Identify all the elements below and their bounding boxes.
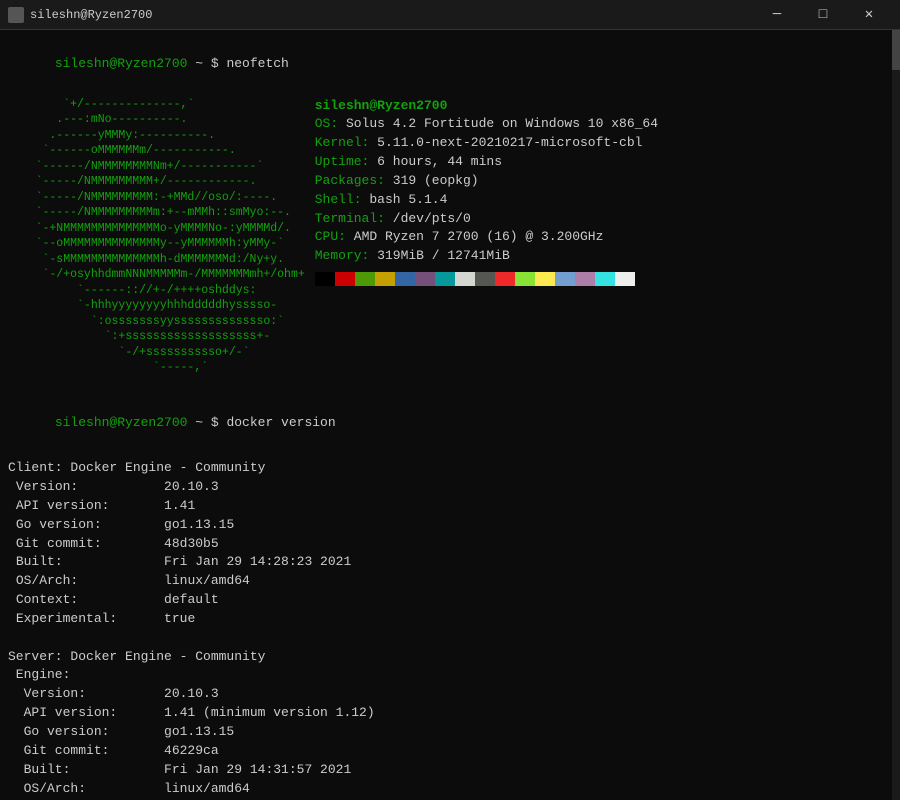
engine-api: API version: 1.41 (minimum version 1.12) [8, 704, 892, 723]
docker-output: Client: Docker Engine - Community Versio… [8, 459, 892, 800]
info-kernel: Kernel: 5.11.0-next-20210217-microsoft-c… [315, 134, 658, 153]
blank-line-1 [8, 376, 892, 395]
minimize-button[interactable]: ─ [754, 0, 800, 30]
scrollbar-thumb[interactable] [892, 30, 900, 70]
color-swatch [355, 272, 375, 286]
client-version: Version: 20.10.3 [8, 478, 892, 497]
cmd-1: ~ $ neofetch [187, 56, 288, 71]
color-swatch [335, 272, 355, 286]
color-swatch [555, 272, 575, 286]
client-built: Built: Fri Jan 29 14:28:23 2021 [8, 553, 892, 572]
color-swatch [615, 272, 635, 286]
color-swatch [315, 272, 335, 286]
client-context: Context: default [8, 591, 892, 610]
info-uptime: Uptime: 6 hours, 44 mins [315, 153, 658, 172]
terminal-content: sileshn@Ryzen2700 ~ $ neofetch `+/------… [8, 36, 892, 800]
window-title: sileshn@Ryzen2700 [30, 8, 152, 22]
client-go: Go version: go1.13.15 [8, 516, 892, 535]
color-swatch [515, 272, 535, 286]
close-button[interactable]: ✕ [846, 0, 892, 30]
user-host-1: sileshn@Ryzen2700 [55, 56, 188, 71]
engine-os: OS/Arch: linux/amd64 [8, 780, 892, 799]
client-os: OS/Arch: linux/amd64 [8, 572, 892, 591]
client-experimental: Experimental: true [8, 610, 892, 629]
color-swatches [315, 272, 658, 286]
engine-built: Built: Fri Jan 29 14:31:57 2021 [8, 761, 892, 780]
neofetch-output: `+/--------------,` .---:mNo----------. … [8, 97, 892, 376]
user-host-2: sileshn@Ryzen2700 [55, 415, 188, 430]
server-header: Server: Docker Engine - Community [8, 648, 892, 667]
color-swatch [535, 272, 555, 286]
info-hostname: sileshn@Ryzen2700 [315, 97, 658, 116]
engine-git: Git commit: 46229ca [8, 742, 892, 761]
cmd-2: ~ $ docker version [187, 415, 335, 430]
ascii-art: `+/--------------,` .---:mNo----------. … [8, 97, 305, 376]
terminal-icon [8, 7, 24, 23]
info-cpu: CPU: AMD Ryzen 7 2700 (16) @ 3.200GHz [315, 228, 658, 247]
info-memory: Memory: 319MiB / 12741MiB [315, 247, 658, 266]
engine-label: Engine: [8, 666, 892, 685]
color-swatch [475, 272, 495, 286]
color-swatch [575, 272, 595, 286]
title-bar-left: sileshn@Ryzen2700 [8, 7, 152, 23]
neofetch-info: sileshn@Ryzen2700 OS: Solus 4.2 Fortitud… [315, 97, 658, 376]
scrollbar[interactable] [892, 30, 900, 800]
info-shell: Shell: bash 5.1.4 [315, 191, 658, 210]
info-terminal: Terminal: /dev/pts/0 [315, 210, 658, 229]
engine-version: Version: 20.10.3 [8, 685, 892, 704]
title-bar: sileshn@Ryzen2700 ─ □ ✕ [0, 0, 900, 30]
blank-line-2 [8, 629, 892, 648]
client-api: API version: 1.41 [8, 497, 892, 516]
window-controls: ─ □ ✕ [754, 0, 892, 30]
color-swatch [415, 272, 435, 286]
color-swatch [455, 272, 475, 286]
color-swatch [495, 272, 515, 286]
prompt-line-2: sileshn@Ryzen2700 ~ $ docker version [8, 395, 892, 452]
engine-go: Go version: go1.13.15 [8, 723, 892, 742]
info-packages: Packages: 319 (eopkg) [315, 172, 658, 191]
client-header: Client: Docker Engine - Community [8, 459, 892, 478]
color-swatch [375, 272, 395, 286]
maximize-button[interactable]: □ [800, 0, 846, 30]
color-swatch [435, 272, 455, 286]
color-swatch [395, 272, 415, 286]
client-git: Git commit: 48d30b5 [8, 535, 892, 554]
terminal-window[interactable]: sileshn@Ryzen2700 ~ $ neofetch `+/------… [0, 30, 900, 800]
info-os: OS: Solus 4.2 Fortitude on Windows 10 x8… [315, 115, 658, 134]
color-swatch [595, 272, 615, 286]
prompt-line-1: sileshn@Ryzen2700 ~ $ neofetch [8, 36, 892, 93]
